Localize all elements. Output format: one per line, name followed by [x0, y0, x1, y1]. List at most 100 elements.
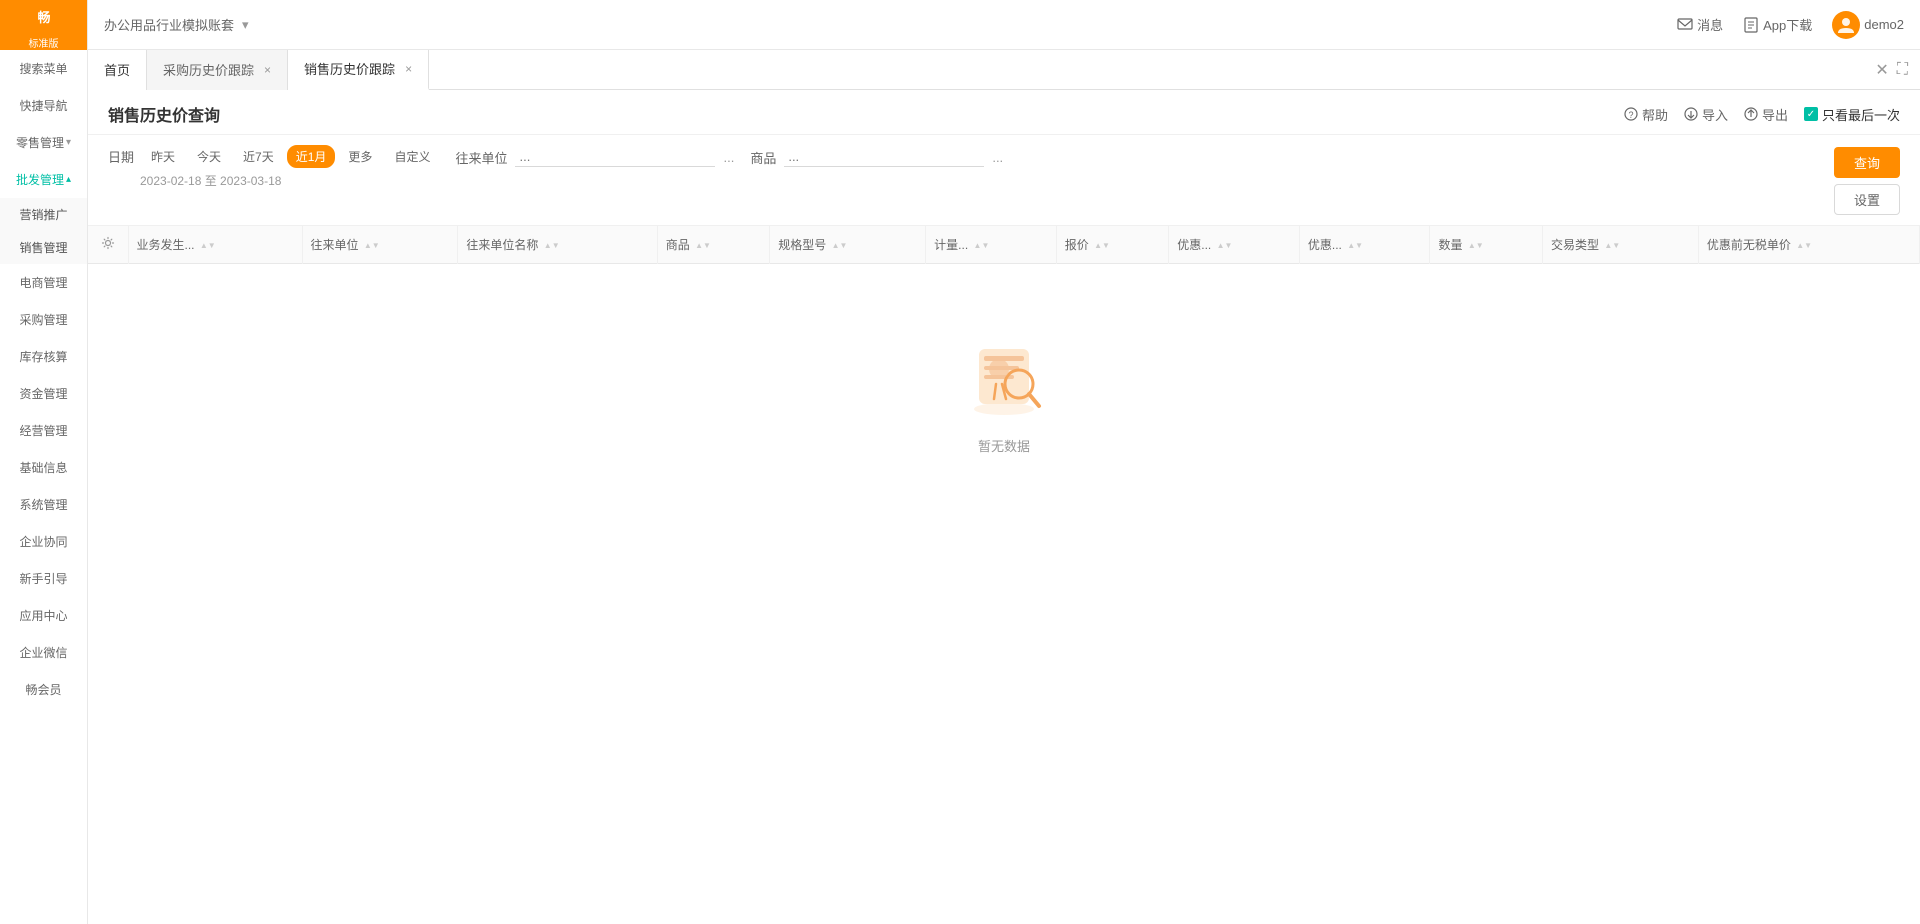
filter-action-buttons: 查询 设置 [1834, 147, 1900, 215]
tab-purchase-history[interactable]: 采购历史价跟踪 × [147, 50, 288, 90]
tab-home[interactable]: 首页 [88, 50, 147, 90]
col-spec-label: 规格型号 [778, 238, 826, 252]
table-header-row: 业务发生... ▲▼ 往来单位 ▲▼ 往来单位名称 ▲▼ 商品 [88, 226, 1920, 264]
date-range-display: 2023-02-18 至 2023-03-18 [108, 172, 439, 189]
col-biz-date[interactable]: 业务发生... ▲▼ [128, 226, 302, 264]
sidebar-label-retail: 零售管理 [16, 134, 64, 151]
sidebar-item-enterprise[interactable]: 企业协同 [0, 523, 87, 560]
import-button[interactable]: 导入 [1684, 105, 1728, 124]
sidebar-item-purchase[interactable]: 采购管理 [0, 301, 87, 338]
sidebar-item-operations[interactable]: 经营管理 [0, 412, 87, 449]
data-table: 业务发生... ▲▼ 往来单位 ▲▼ 往来单位名称 ▲▼ 商品 [88, 226, 1920, 264]
sidebar-item-member[interactable]: 畅会员 [0, 671, 87, 708]
app-download-button[interactable]: App下载 [1743, 15, 1812, 34]
date-btn-yesterday[interactable]: 昨天 [142, 145, 184, 168]
product-filter-group: 商品 ... [750, 147, 1003, 167]
tab-sales-history-close[interactable]: × [405, 62, 412, 76]
download-icon [1743, 17, 1759, 33]
workspace-dropdown-icon[interactable]: ▾ [242, 17, 249, 33]
product-filter-input[interactable] [784, 147, 984, 167]
sidebar-item-system[interactable]: 系统管理 [0, 486, 87, 523]
sidebar-item-retail[interactable]: 零售管理 ▾ [0, 124, 87, 161]
col-discount2[interactable]: 优惠... ▲▼ [1299, 226, 1430, 264]
date-btn-today[interactable]: 今天 [188, 145, 230, 168]
sidebar-item-search[interactable]: 搜索菜单 [0, 50, 87, 87]
sidebar-label-quick-nav: 快捷导航 [0, 97, 87, 114]
query-button[interactable]: 查询 [1834, 147, 1900, 178]
sort-arrows-partner-code: ▲▼ [364, 241, 380, 250]
only-last-label: 只看最后一次 [1822, 105, 1900, 124]
app-logo[interactable]: 畅 标准版 [0, 0, 87, 50]
tab-close-all-button[interactable]: ✕ [1875, 60, 1888, 80]
sidebar-label-wholesale: 批发管理 [16, 171, 64, 188]
sort-arrows-partner-name: ▲▼ [544, 241, 560, 250]
sidebar-item-wholesale[interactable]: 批发管理 ▴ [0, 161, 87, 198]
sidebar-item-basic-info[interactable]: 基础信息 [0, 449, 87, 486]
date-btn-7days[interactable]: 近7天 [234, 145, 283, 168]
col-pretax-price[interactable]: 优惠前无税单价 ▲▼ [1698, 226, 1919, 264]
product-filter-dots[interactable]: ... [992, 150, 1003, 165]
tabs-bar: 首页 采购历史价跟踪 × 销售历史价跟踪 × ✕ ⛶ [88, 50, 1920, 90]
message-button[interactable]: 消息 [1677, 15, 1723, 34]
svg-text:畅: 畅 [37, 10, 50, 25]
partner-filter-label: 往来单位 [455, 148, 507, 167]
user-avatar [1832, 11, 1860, 39]
message-label: 消息 [1697, 15, 1723, 34]
col-partner-code[interactable]: 往来单位 ▲▼ [302, 226, 458, 264]
sidebar-label-marketing: 营销推广 [19, 208, 67, 222]
col-spec[interactable]: 规格型号 ▲▼ [770, 226, 926, 264]
sidebar-item-corp-wechat[interactable]: 企业微信 [0, 634, 87, 671]
tab-purchase-history-label: 采购历史价跟踪 [163, 60, 254, 79]
sidebar-item-quick-nav[interactable]: 快捷导航 [0, 87, 87, 124]
help-icon: ? [1624, 107, 1638, 121]
col-quoted-price[interactable]: 报价 ▲▼ [1056, 226, 1169, 264]
sidebar-item-app-center[interactable]: 应用中心 [0, 597, 87, 634]
col-product-label: 商品 [666, 238, 690, 252]
avatar-icon [1836, 15, 1856, 35]
sidebar-label-corp-wechat: 企业微信 [0, 644, 87, 661]
table-container: 业务发生... ▲▼ 往来单位 ▲▼ 往来单位名称 ▲▼ 商品 [88, 226, 1920, 924]
settings-button[interactable]: 设置 [1834, 184, 1900, 215]
tab-purchase-history-close[interactable]: × [264, 63, 271, 77]
sort-arrows-discount2: ▲▼ [1347, 241, 1363, 250]
chevron-up-icon: ▴ [66, 174, 71, 185]
only-last-checkbox[interactable]: ✓ [1804, 107, 1818, 121]
sort-arrows-product: ▲▼ [695, 241, 711, 250]
col-discount1[interactable]: 优惠... ▲▼ [1169, 226, 1300, 264]
date-btn-more[interactable]: 更多 [339, 145, 381, 168]
only-last-checkbox-label[interactable]: ✓ 只看最后一次 [1804, 105, 1900, 124]
col-trade-type[interactable]: 交易类型 ▲▼ [1542, 226, 1698, 264]
import-label: 导入 [1702, 105, 1728, 124]
message-icon [1677, 17, 1693, 33]
sidebar-item-marketing[interactable]: 营销推广 [0, 198, 87, 231]
col-quantity[interactable]: 数量 ▲▼ [1430, 226, 1543, 264]
help-button[interactable]: ? 帮助 [1624, 105, 1668, 124]
user-profile-button[interactable]: demo2 [1832, 11, 1904, 39]
sidebar-item-inventory[interactable]: 库存核算 [0, 338, 87, 375]
sidebar-item-ecommerce[interactable]: 电商管理 [0, 264, 87, 301]
page-header: 销售历史价查询 ? 帮助 导入 导出 ✓ 只看最后一次 [88, 90, 1920, 135]
sort-arrows-quoted-price: ▲▼ [1094, 241, 1110, 250]
tab-sales-history-label: 销售历史价跟踪 [304, 59, 395, 78]
sidebar-item-guide[interactable]: 新手引导 [0, 560, 87, 597]
date-btn-1month[interactable]: 近1月 [287, 145, 336, 168]
col-unit[interactable]: 计量... ▲▼ [926, 226, 1057, 264]
export-button[interactable]: 导出 [1744, 105, 1788, 124]
col-product[interactable]: 商品 ▲▼ [657, 226, 770, 264]
topbar-right: 消息 App下载 demo2 [1677, 11, 1904, 39]
product-filter-label: 商品 [750, 148, 776, 167]
sidebar-item-finance[interactable]: 资金管理 [0, 375, 87, 412]
col-partner-name[interactable]: 往来单位名称 ▲▼ [458, 226, 657, 264]
partner-filter-input[interactable] [515, 147, 715, 167]
sort-arrows-spec: ▲▼ [832, 241, 848, 250]
tab-sales-history[interactable]: 销售历史价跟踪 × [288, 50, 429, 90]
logo-icon: 畅 [26, 0, 62, 33]
column-settings[interactable] [88, 226, 128, 264]
tab-maximize-button[interactable]: ⛶ [1897, 61, 1908, 79]
sidebar-item-sales-mgmt[interactable]: 销售管理 [0, 231, 87, 264]
date-btn-custom[interactable]: 自定义 [385, 145, 439, 168]
partner-filter-dots[interactable]: ... [723, 150, 734, 165]
export-label: 导出 [1762, 105, 1788, 124]
sidebar-label-system: 系统管理 [0, 496, 87, 513]
main-content: 办公用品行业模拟账套 ▾ 消息 App下载 demo2 首页 [88, 0, 1920, 924]
